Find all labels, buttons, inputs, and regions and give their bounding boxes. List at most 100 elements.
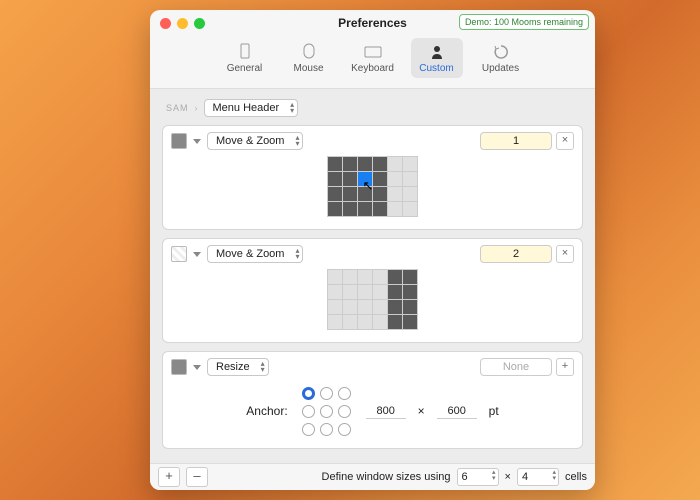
grid-cell[interactable]	[403, 202, 417, 216]
grid-cell[interactable]	[328, 285, 342, 299]
action-popup[interactable]: Move & Zoom▴▾	[207, 245, 303, 263]
dimension-sep: ×	[418, 404, 425, 418]
hotkey-clear-button[interactable]: ×	[556, 245, 574, 263]
grid-cell[interactable]	[388, 315, 402, 329]
grid-cell[interactable]	[403, 300, 417, 314]
anchor-radio[interactable]	[320, 387, 333, 400]
anchor-label: Anchor:	[246, 404, 287, 418]
anchor-radio[interactable]	[338, 387, 351, 400]
grid-cell[interactable]	[373, 187, 387, 201]
custom-row: Resize▴▾ None + Anchor: 800 × 600 pt	[162, 351, 583, 449]
grid-cell[interactable]	[388, 202, 402, 216]
disclosure-icon[interactable]	[193, 365, 201, 370]
grid-cell[interactable]	[343, 285, 357, 299]
grid-cell[interactable]	[373, 202, 387, 216]
grid-cell[interactable]	[403, 157, 417, 171]
grid-cell[interactable]	[373, 157, 387, 171]
hotkey-add-button[interactable]: +	[556, 358, 574, 376]
grid-cell[interactable]	[373, 285, 387, 299]
grid-cell[interactable]	[373, 315, 387, 329]
anchor-radio[interactable]	[338, 405, 351, 418]
hotkey-field[interactable]: None	[480, 358, 552, 376]
tab-updates[interactable]: Updates	[475, 38, 527, 78]
grid-cell[interactable]	[388, 270, 402, 284]
grid-cell[interactable]	[343, 187, 357, 201]
grid-cell[interactable]	[343, 172, 357, 186]
disclosure-icon[interactable]	[193, 139, 201, 144]
anchor-radio[interactable]	[320, 405, 333, 418]
grid-cell[interactable]	[373, 270, 387, 284]
rows-stepper[interactable]: 4▴▾	[517, 468, 559, 486]
grid-cell[interactable]	[358, 187, 372, 201]
grid-cell[interactable]	[388, 157, 402, 171]
footer: + – Define window sizes using 6▴▾ × 4▴▾ …	[150, 463, 595, 490]
cols-stepper[interactable]: 6▴▾	[457, 468, 499, 486]
disclosure-icon[interactable]	[193, 252, 201, 257]
menu-header-popup[interactable]: Menu Header▴▾	[204, 99, 299, 117]
color-swatch[interactable]	[171, 133, 187, 149]
grid-cell[interactable]	[403, 315, 417, 329]
grid-cell[interactable]	[358, 300, 372, 314]
grid-cell[interactable]	[388, 300, 402, 314]
hotkey-field[interactable]: 1	[480, 132, 552, 150]
tab-keyboard[interactable]: Keyboard	[347, 38, 399, 78]
grid-cell[interactable]	[343, 202, 357, 216]
unit-label: pt	[489, 404, 499, 418]
anchor-radio[interactable]	[338, 423, 351, 436]
grid-cell[interactable]	[388, 285, 402, 299]
grid-cell[interactable]	[388, 172, 402, 186]
grid-cell[interactable]	[373, 300, 387, 314]
grid-cell[interactable]	[403, 172, 417, 186]
tab-mouse[interactable]: Mouse	[283, 38, 335, 78]
grid-cell[interactable]	[328, 270, 342, 284]
grid-cell[interactable]	[343, 270, 357, 284]
action-popup[interactable]: Move & Zoom▴▾	[207, 132, 303, 150]
grid-cell[interactable]	[343, 157, 357, 171]
grid-cell[interactable]	[328, 315, 342, 329]
height-field[interactable]: 600	[437, 404, 477, 419]
grid-cell[interactable]	[403, 285, 417, 299]
tab-general[interactable]: General	[219, 38, 271, 78]
titlebar: Preferences Demo: 100 Mooms remaining	[150, 10, 595, 36]
grid-cell[interactable]	[328, 187, 342, 201]
anchor-grid	[300, 384, 354, 438]
grid-cell[interactable]	[358, 202, 372, 216]
grid-cell[interactable]	[328, 157, 342, 171]
remove-button[interactable]: –	[186, 467, 208, 487]
preferences-window: Preferences Demo: 100 Mooms remaining Ge…	[150, 10, 595, 490]
grid-cell[interactable]	[358, 315, 372, 329]
color-swatch[interactable]	[171, 246, 187, 262]
tab-custom[interactable]: Custom	[411, 38, 463, 78]
grid-cell[interactable]	[403, 270, 417, 284]
grid-cell[interactable]	[403, 187, 417, 201]
general-icon	[236, 43, 254, 61]
anchor-radio[interactable]	[320, 423, 333, 436]
grid-cell[interactable]	[328, 202, 342, 216]
grid-cell[interactable]	[373, 172, 387, 186]
layout-grid[interactable]	[327, 269, 418, 330]
footer-label: Define window sizes using	[322, 471, 451, 483]
grid-cell[interactable]	[388, 187, 402, 201]
keyboard-icon	[364, 43, 382, 61]
anchor-radio[interactable]	[302, 405, 315, 418]
grid-cell[interactable]	[343, 300, 357, 314]
grid-cell[interactable]	[358, 172, 372, 186]
grid-cell[interactable]	[358, 270, 372, 284]
hotkey-field[interactable]: 2	[480, 245, 552, 263]
action-popup[interactable]: Resize▴▾	[207, 358, 269, 376]
grid-cell[interactable]	[358, 285, 372, 299]
grid-cell[interactable]	[343, 315, 357, 329]
anchor-radio[interactable]	[302, 423, 315, 436]
grid-cell[interactable]	[328, 172, 342, 186]
updates-icon	[492, 43, 510, 61]
color-swatch[interactable]	[171, 359, 187, 375]
anchor-radio[interactable]	[302, 387, 315, 400]
add-button[interactable]: +	[158, 467, 180, 487]
grid-cell[interactable]	[328, 300, 342, 314]
layout-grid[interactable]	[327, 156, 418, 217]
width-field[interactable]: 800	[366, 404, 406, 419]
grid-cell[interactable]	[358, 157, 372, 171]
demo-badge: Demo: 100 Mooms remaining	[459, 14, 589, 30]
hotkey-clear-button[interactable]: ×	[556, 132, 574, 150]
toolbar: General Mouse Keyboard Custom Updates	[150, 36, 595, 89]
